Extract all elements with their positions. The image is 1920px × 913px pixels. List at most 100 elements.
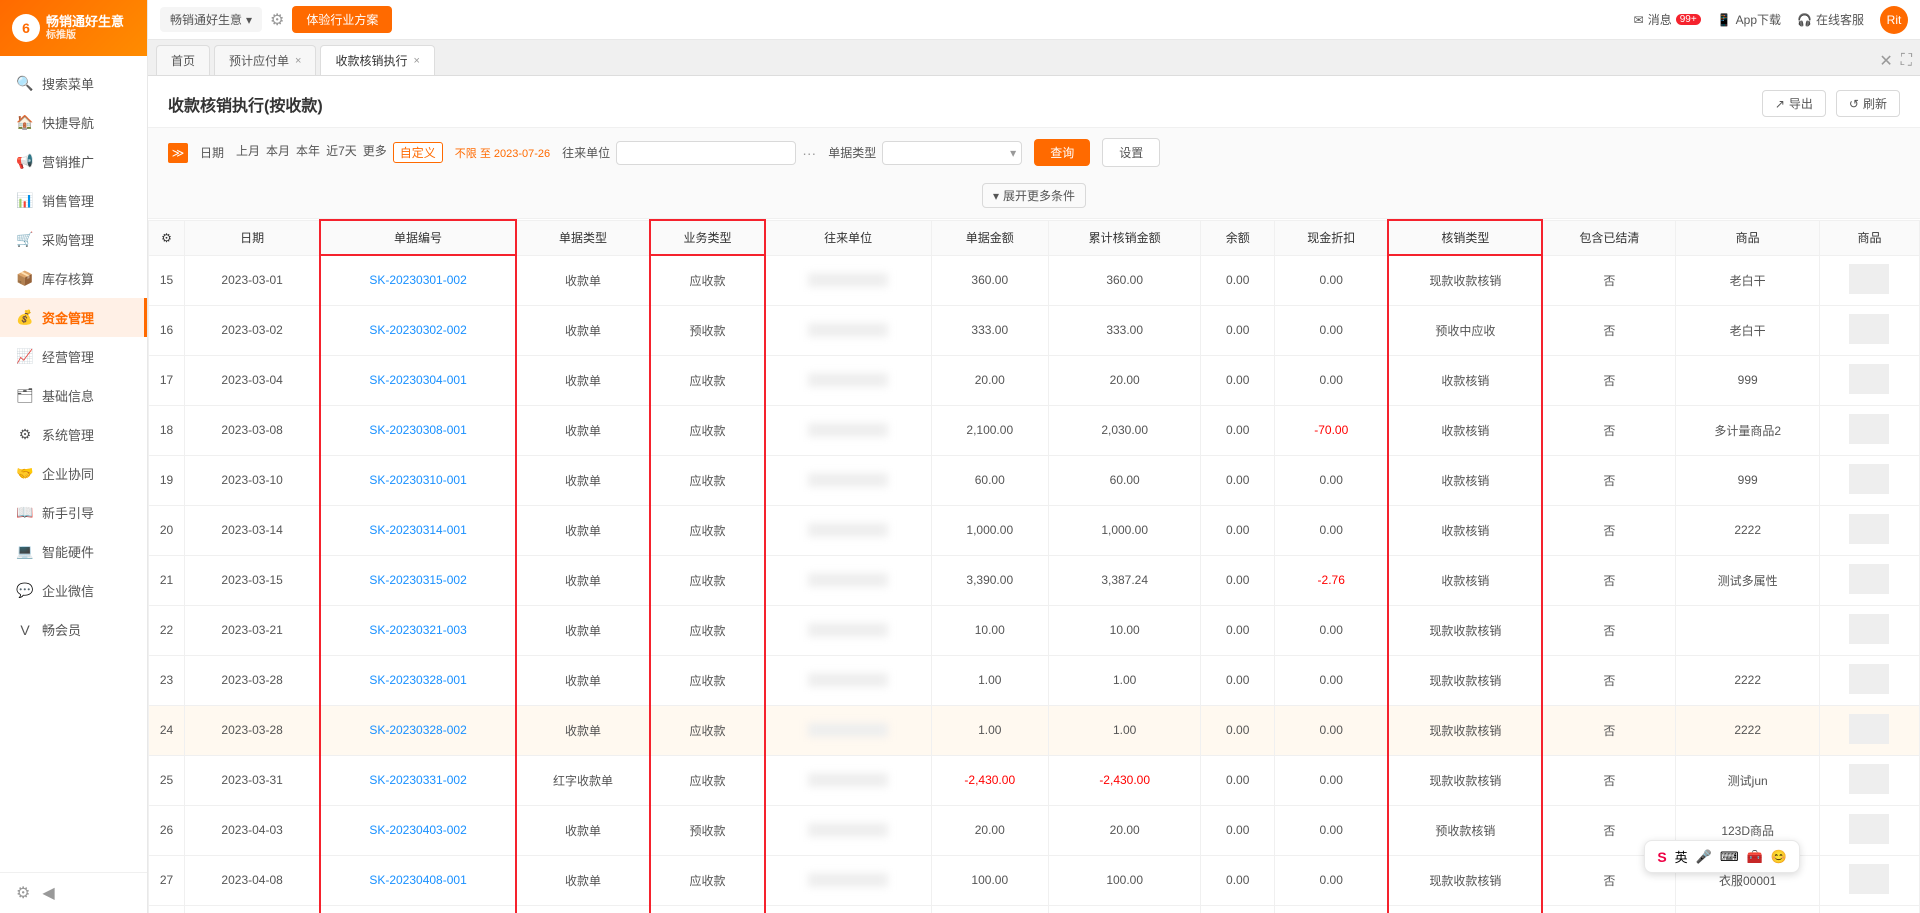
voucher-link[interactable]: SK-20230328-002 (369, 723, 466, 737)
sidebar-item-vip[interactable]: V畅会员 (0, 610, 147, 649)
sidebar-item-quicknav[interactable]: 🏠快捷导航 (0, 103, 147, 142)
sidebar-item-purchase[interactable]: 🛒采购管理 (0, 220, 147, 259)
industry-solution-button[interactable]: 体验行业方案 (292, 6, 392, 33)
sidebar-label-basics: 基础信息 (42, 386, 94, 405)
filter-toggle-button[interactable]: ≫ (168, 143, 188, 163)
sidebar-label-quicknav: 快捷导航 (42, 113, 94, 132)
sidebar-item-enterprise[interactable]: 🤝企业协同 (0, 454, 147, 493)
date-more[interactable]: 更多 (363, 142, 387, 163)
voucher-link[interactable]: SK-20230321-003 (369, 623, 466, 637)
th-settings[interactable]: ⚙ (149, 220, 185, 255)
query-button[interactable]: 查询 (1034, 139, 1090, 166)
main-area: 畅销通好生意 ▾ ⚙ 体验行业方案 ✉ 消息 99+ 📱 App下载 🎧 在线客… (148, 0, 1920, 913)
sidebar-item-hardware[interactable]: 💻智能硬件 (0, 532, 147, 571)
filter-bar: ≫ 日期 上月 本月 本年 近7天 更多 自定义 不限 至 2023-07-26… (148, 128, 1920, 219)
voucher-type-select[interactable] (882, 141, 1022, 165)
messages-icon-item[interactable]: ✉ 消息 99+ (1634, 11, 1701, 28)
partner-input[interactable] (616, 141, 796, 165)
tab-receivable[interactable]: 收款核销执行 × (320, 45, 434, 75)
cell-no: 16 (149, 305, 185, 355)
cell-voucher-no: SK-20230310-001 (320, 455, 516, 505)
table-row: 25 2023-03-31 SK-20230331-002 红字收款单 应收款 … (149, 755, 1920, 805)
cell-product1: 2222 (1676, 705, 1820, 755)
app-download-label: App下载 (1736, 11, 1781, 28)
table-row: 17 2023-03-04 SK-20230304-001 收款单 应收款 20… (149, 355, 1920, 405)
cell-business-type: 应收款 (650, 355, 765, 405)
sidebar-item-search[interactable]: 🔍搜索菜单 (0, 64, 147, 103)
settings-button[interactable]: 设置 (1102, 138, 1160, 167)
sidebar-collapse-icon[interactable]: ◀ (42, 883, 54, 903)
cell-date: 2023-03-28 (185, 655, 321, 705)
topbar-dropdown[interactable]: 畅销通好生意 ▾ (160, 7, 262, 32)
cell-write-off-type: 现款收款核销 (1388, 905, 1542, 913)
cell-product1: 多计量商品2 (1676, 405, 1820, 455)
voucher-link[interactable]: SK-20230301-002 (369, 273, 466, 287)
cell-no: 21 (149, 555, 185, 605)
page-title: 收款核销执行(按收款) (168, 92, 323, 116)
voucher-link[interactable]: SK-20230315-002 (369, 573, 466, 587)
th-product2: 商品 (1819, 220, 1919, 255)
avatar[interactable]: Rit (1880, 6, 1908, 34)
tab-payable-close[interactable]: × (295, 55, 301, 67)
sidebar-item-guide[interactable]: 📖新手引导 (0, 493, 147, 532)
sidebar-item-finance[interactable]: 💰资金管理 (0, 298, 147, 337)
voucher-link[interactable]: SK-20230408-001 (369, 873, 466, 887)
date-custom[interactable]: 自定义 (393, 142, 443, 163)
cell-product2 (1819, 855, 1919, 905)
voucher-link[interactable]: SK-20230304-001 (369, 373, 466, 387)
date-last-month[interactable]: 上月 (236, 142, 260, 163)
tab-payable-label: 预计应付单 (229, 52, 289, 69)
tab-receivable-close[interactable]: × (413, 55, 419, 67)
cell-balance: 0.00 (1201, 305, 1275, 355)
tab-home[interactable]: 首页 (156, 45, 210, 75)
table-row: 19 2023-03-10 SK-20230310-001 收款单 应收款 60… (149, 455, 1920, 505)
ime-mic-icon[interactable]: 🎤 (1696, 849, 1712, 865)
refresh-button[interactable]: ↺ 刷新 (1836, 90, 1900, 117)
sidebar-item-sales[interactable]: 📊销售管理 (0, 181, 147, 220)
date-this-year[interactable]: 本年 (296, 142, 320, 163)
voucher-link[interactable]: SK-20230328-001 (369, 673, 466, 687)
cell-date: 2023-03-14 (185, 505, 321, 555)
expand-more-conditions[interactable]: ▾ 展开更多条件 (982, 183, 1086, 208)
expand-tabbar-icon[interactable]: ⛶ (1901, 52, 1912, 70)
cell-voucher-no: SK-20230408-001 (320, 855, 516, 905)
cell-discount: 0.00 (1275, 605, 1389, 655)
cell-date: 2023-03-21 (185, 605, 321, 655)
export-button[interactable]: ↗ 导出 (1762, 90, 1826, 117)
online-service-item[interactable]: 🎧 在线客服 (1797, 11, 1864, 28)
tab-payable[interactable]: 预计应付单 × (214, 45, 316, 75)
voucher-link[interactable]: SK-20230302-002 (369, 323, 466, 337)
voucher-link[interactable]: SK-20230403-002 (369, 823, 466, 837)
cell-discount: 0.00 (1275, 905, 1389, 913)
ime-emoji-icon[interactable]: 😊 (1771, 849, 1787, 865)
app-download-item[interactable]: 📱 App下载 (1717, 11, 1781, 28)
sidebar-item-inventory[interactable]: 📦库存核算 (0, 259, 147, 298)
basics-icon: 🗂 (16, 387, 34, 404)
date-last-7days[interactable]: 近7天 (326, 142, 357, 163)
date-quick-links: 上月 本月 本年 近7天 更多 自定义 (236, 142, 443, 163)
voucher-link[interactable]: SK-20230314-001 (369, 523, 466, 537)
cell-business-type: 应收款 (650, 255, 765, 305)
ime-keyboard-icon[interactable]: ⌨ (1720, 849, 1739, 865)
sidebar-item-basics[interactable]: 🗂 基础信息 (0, 376, 147, 415)
sidebar-item-operations[interactable]: 📈经营管理 (0, 337, 147, 376)
cell-product1: 老白干 (1676, 255, 1820, 305)
topbar-dropdown-label: 畅销通好生意 (170, 11, 242, 28)
voucher-link[interactable]: SK-20230310-001 (369, 473, 466, 487)
ime-tools-icon[interactable]: 🧰 (1747, 849, 1763, 865)
voucher-link[interactable]: SK-20230331-002 (369, 773, 466, 787)
topbar-gear-icon[interactable]: ⚙ (266, 6, 288, 34)
cell-voucher-type: 收款单 (516, 555, 650, 605)
sidebar-item-wechat[interactable]: 💬企业微信 (0, 571, 147, 610)
cell-voucher-no: SK-20230302-002 (320, 305, 516, 355)
cell-date: 2023-03-04 (185, 355, 321, 405)
sidebar-settings-icon[interactable]: ⚙ (16, 883, 30, 903)
cell-partner (765, 855, 931, 905)
voucher-link[interactable]: SK-20230308-001 (369, 423, 466, 437)
sidebar-item-system[interactable]: ⚙系统管理 (0, 415, 147, 454)
date-this-month[interactable]: 本月 (266, 142, 290, 163)
cell-partner (765, 505, 931, 555)
partner-more-icon[interactable]: ··· (802, 145, 816, 161)
sidebar-item-marketing[interactable]: 📢营销推广 (0, 142, 147, 181)
close-all-tabs-icon[interactable]: ✕ (1879, 51, 1892, 71)
